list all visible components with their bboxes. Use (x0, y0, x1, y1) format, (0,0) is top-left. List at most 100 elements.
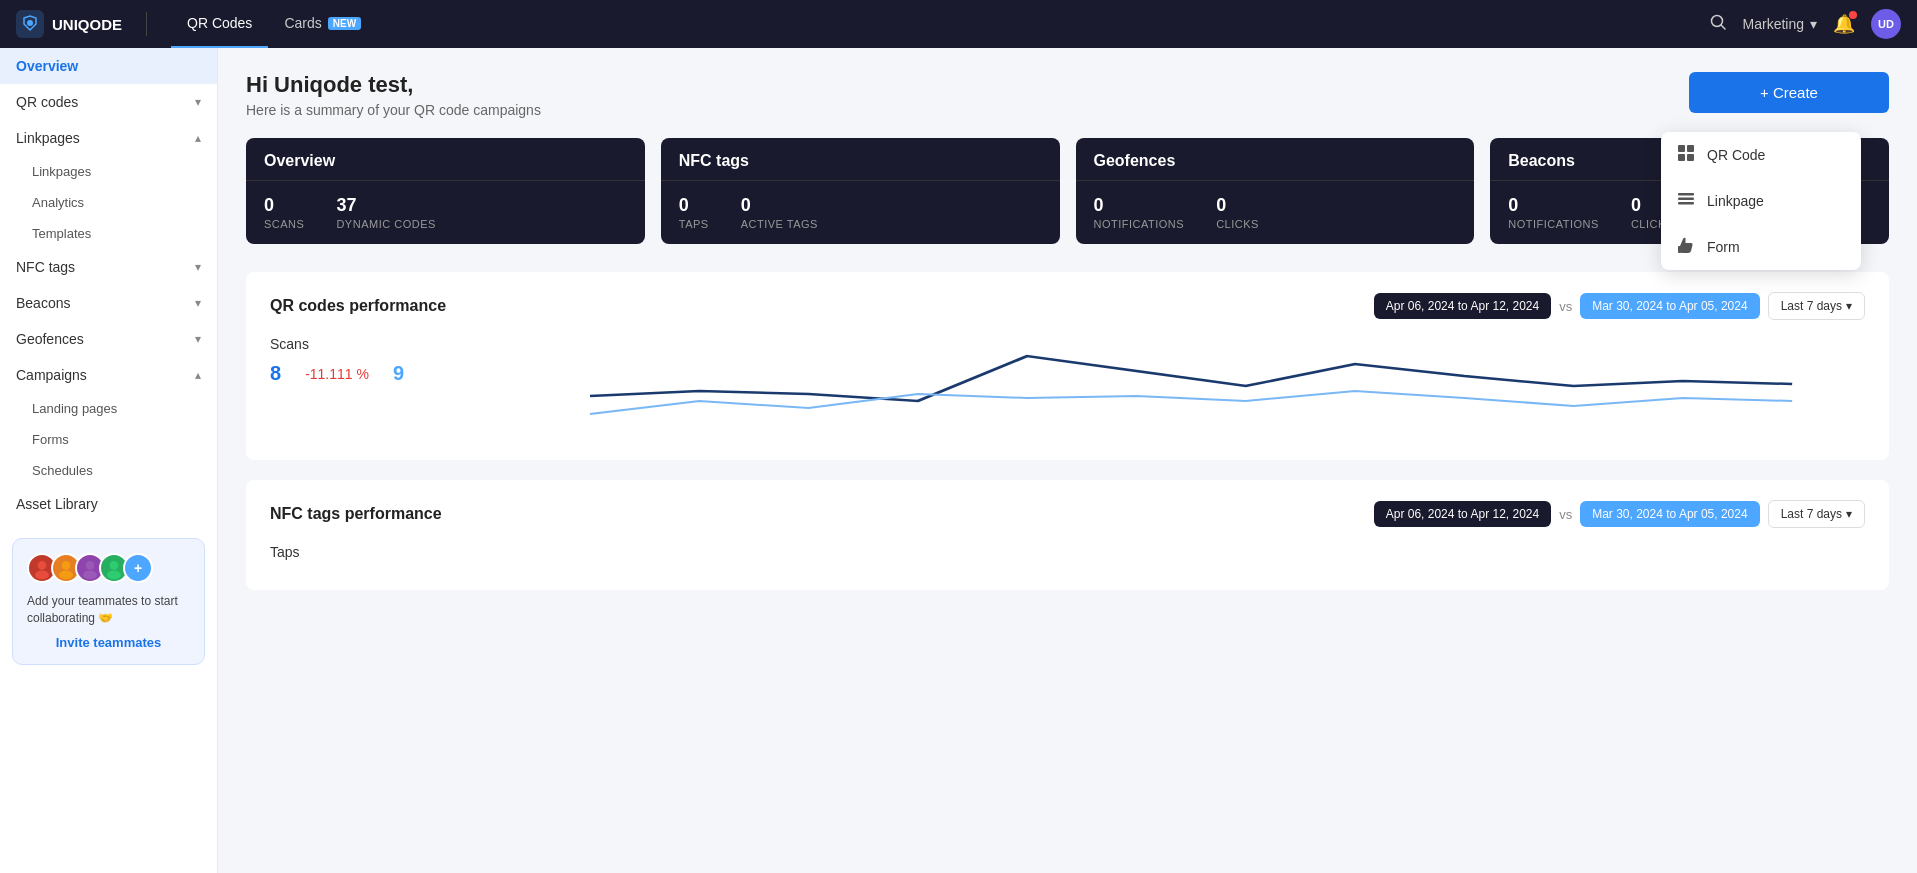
qr-codes-label: QR codes (16, 94, 78, 110)
app-logo[interactable]: UNIQODE (16, 10, 122, 38)
logo-text: UNIQODE (52, 16, 122, 33)
sidebar-item-asset-library[interactable]: Asset Library (0, 486, 217, 522)
svg-point-10 (110, 561, 119, 570)
compare-date-range-button[interactable]: Mar 30, 2024 to Apr 05, 2024 (1580, 293, 1759, 319)
sidebar-item-campaigns[interactable]: Campaigns ▴ (0, 357, 217, 393)
search-icon[interactable] (1709, 13, 1727, 35)
sidebar-item-qr-codes[interactable]: QR codes ▾ (0, 84, 217, 120)
create-linkpage-label: Linkpage (1707, 193, 1764, 209)
taps-label: Taps (270, 544, 1865, 560)
thumb-icon (1677, 236, 1695, 258)
create-dropdown: QR Code Linkpage Form (1661, 132, 1861, 270)
grid-icon (1677, 144, 1695, 166)
svg-point-8 (86, 561, 95, 570)
team-collaboration-box: + Add your teammates to start collaborat… (12, 538, 205, 665)
svg-point-9 (83, 571, 97, 580)
overview-label: Overview (16, 58, 78, 74)
sidebar: Overview QR codes ▾ Linkpages ▴ Linkpage… (0, 48, 218, 873)
stat-geo-clicks: 0 CLICKS (1216, 195, 1259, 230)
nfc-performance-section: NFC tags performance Apr 06, 2024 to Apr… (246, 480, 1889, 590)
nfc-compare-date-button[interactable]: Mar 30, 2024 to Apr 05, 2024 (1580, 501, 1759, 527)
svg-rect-16 (1678, 193, 1694, 196)
subheading-text: Here is a summary of your QR code campai… (246, 102, 1889, 118)
nfc-range-picker[interactable]: Last 7 days ▾ (1768, 500, 1865, 528)
svg-rect-14 (1678, 154, 1685, 161)
svg-point-4 (38, 561, 47, 570)
nfc-current-date-button[interactable]: Apr 06, 2024 to Apr 12, 2024 (1374, 501, 1551, 527)
svg-point-1 (27, 20, 33, 26)
sidebar-sub-landing-pages[interactable]: Landing pages (0, 393, 217, 424)
svg-point-6 (62, 561, 71, 570)
nav-tabs: QR Codes Cards NEW (171, 0, 377, 48)
create-linkpage-option[interactable]: Linkpage (1661, 178, 1861, 224)
svg-rect-12 (1678, 145, 1685, 152)
nav-divider (146, 12, 147, 36)
create-qr-label: QR Code (1707, 147, 1765, 163)
chevron-icon: ▾ (195, 95, 201, 109)
current-date-range-button[interactable]: Apr 06, 2024 to Apr 12, 2024 (1374, 293, 1551, 319)
sidebar-sub-schedules[interactable]: Schedules (0, 455, 217, 486)
create-button[interactable]: + Create (1689, 72, 1889, 113)
nfc-tags-label: NFC tags (16, 259, 75, 275)
stat-card-geofences: Geofences 0 NOTIFICATIONS 0 CLICKS (1076, 138, 1475, 244)
stat-title-geofences: Geofences (1094, 152, 1457, 170)
stat-active-tags: 0 ACTIVE TAGS (741, 195, 818, 230)
workspace-selector[interactable]: Marketing ▾ (1743, 16, 1817, 32)
list-icon (1677, 190, 1695, 212)
create-form-option[interactable]: Form (1661, 224, 1861, 270)
team-text: Add your teammates to start collaboratin… (27, 593, 190, 627)
qr-performance-chart (590, 336, 1865, 436)
invite-teammates-link[interactable]: Invite teammates (27, 635, 190, 650)
nfc-vs-text: vs (1559, 507, 1572, 522)
stats-row: Overview 0 SCANS 37 DYNAMIC CODES NFC ta… (246, 138, 1889, 244)
stat-taps: 0 TAPS (679, 195, 709, 230)
sidebar-item-overview[interactable]: Overview (0, 48, 217, 84)
create-form-label: Form (1707, 239, 1740, 255)
svg-point-5 (35, 571, 49, 580)
sidebar-item-beacons[interactable]: Beacons ▾ (0, 285, 217, 321)
greeting-text: Hi Uniqode test, (246, 72, 1889, 98)
beacons-label: Beacons (16, 295, 70, 311)
create-area: + Create QR Code Linkpage (1689, 72, 1889, 113)
tab-qr-codes[interactable]: QR Codes (171, 0, 268, 48)
chevron-icon-beacons: ▾ (195, 296, 201, 310)
svg-point-11 (107, 571, 121, 580)
qr-perf-controls: Apr 06, 2024 to Apr 12, 2024 vs Mar 30, … (1374, 292, 1865, 320)
sidebar-sub-analytics[interactable]: Analytics (0, 187, 217, 218)
sidebar-sub-forms[interactable]: Forms (0, 424, 217, 455)
sidebar-sub-linkpages[interactable]: Linkpages (0, 156, 217, 187)
new-badge: NEW (328, 17, 361, 30)
sidebar-item-nfc-tags[interactable]: NFC tags ▾ (0, 249, 217, 285)
scans-change-percent: -11.111 % (305, 366, 369, 382)
main-content: Hi Uniqode test, Here is a summary of yo… (218, 48, 1917, 873)
svg-point-7 (59, 571, 73, 580)
svg-rect-13 (1687, 145, 1694, 152)
stat-scans: 0 SCANS (264, 195, 304, 230)
campaigns-label: Campaigns (16, 367, 87, 383)
sidebar-item-linkpages[interactable]: Linkpages ▴ (0, 120, 217, 156)
svg-rect-15 (1687, 154, 1694, 161)
chevron-down-icon: ▾ (1810, 16, 1817, 32)
topnav-right: Marketing ▾ 🔔 UD (1709, 9, 1901, 39)
add-teammate-button[interactable]: + (123, 553, 153, 583)
main-layout: Overview QR codes ▾ Linkpages ▴ Linkpage… (0, 48, 1917, 873)
current-scans-value: 8 (270, 362, 281, 385)
date-range-picker[interactable]: Last 7 days ▾ (1768, 292, 1865, 320)
user-avatar[interactable]: UD (1871, 9, 1901, 39)
qr-perf-title: QR codes performance (270, 297, 446, 315)
chevron-up-icon-campaigns: ▴ (195, 368, 201, 382)
svg-rect-19 (1678, 246, 1681, 253)
stat-geo-notifications: 0 NOTIFICATIONS (1094, 195, 1185, 230)
linkpages-label: Linkpages (16, 130, 80, 146)
scans-label: Scans (270, 336, 570, 352)
asset-library-label: Asset Library (16, 496, 98, 512)
sidebar-item-geofences[interactable]: Geofences ▾ (0, 321, 217, 357)
nfc-perf-controls: Apr 06, 2024 to Apr 12, 2024 vs Mar 30, … (1374, 500, 1865, 528)
tab-cards[interactable]: Cards NEW (268, 0, 377, 48)
stat-card-nfc: NFC tags 0 TAPS 0 ACTIVE TAGS (661, 138, 1060, 244)
svg-rect-18 (1678, 202, 1694, 205)
svg-rect-17 (1678, 198, 1694, 201)
create-qr-code-option[interactable]: QR Code (1661, 132, 1861, 178)
notifications-button[interactable]: 🔔 (1833, 13, 1855, 35)
sidebar-sub-templates[interactable]: Templates (0, 218, 217, 249)
